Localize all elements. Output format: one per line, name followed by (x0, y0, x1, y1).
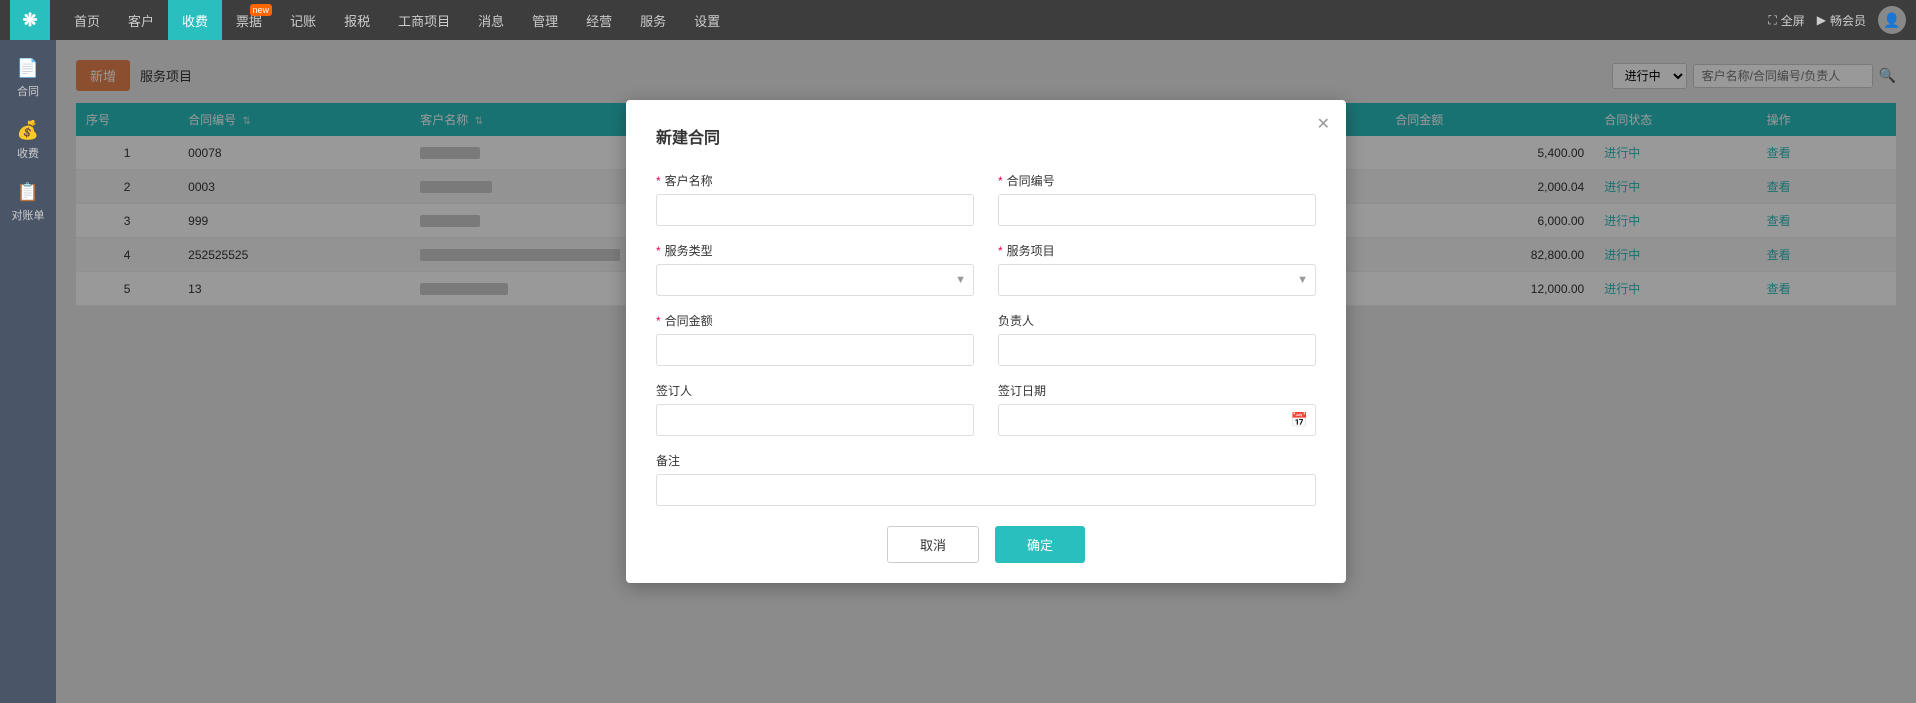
play-icon: ▶ (1817, 13, 1826, 27)
amount-field: * 合同金额 0.00 (656, 312, 974, 366)
modal-footer: 取消 确定 (656, 526, 1316, 563)
signer-field: 签订人 (656, 382, 974, 436)
new-badge: new (250, 4, 273, 16)
service-type-select[interactable] (656, 264, 974, 296)
modal-close-button[interactable]: ✕ (1317, 114, 1330, 134)
sign-date-input[interactable]: 2023-06-06 (998, 404, 1316, 436)
signer-label: 签订人 (656, 382, 974, 399)
nav-home[interactable]: 首页 (60, 0, 114, 40)
service-type-select-wrap: ▼ (656, 264, 974, 296)
amount-label: * 合同金额 (656, 312, 974, 329)
nav-invoice[interactable]: 票据 new (222, 0, 276, 40)
app-logo: ❋ (10, 0, 50, 40)
service-type-field: * 服务类型 ▼ (656, 242, 974, 296)
contract-no-field: * 合同编号 (998, 172, 1316, 226)
nav-message[interactable]: 消息 (464, 0, 518, 40)
amount-input[interactable]: 0.00 (656, 334, 974, 366)
nav-accounting[interactable]: 记账 (276, 0, 330, 40)
customer-name-field: * 客户名称 (656, 172, 974, 226)
fullscreen-button[interactable]: ⛶ 全屏 (1768, 12, 1804, 29)
remark-input[interactable] (656, 474, 1316, 506)
modal-overlay: ✕ 新建合同 * 客户名称 * 合同编号 * (56, 40, 1916, 703)
contract-icon: 📄 (17, 58, 39, 79)
service-item-field: * 服务项目 ▼ (998, 242, 1316, 296)
nav-service[interactable]: 服务 (626, 0, 680, 40)
sidebar: 📄 合同 💰 收费 📋 对账单 (0, 40, 56, 703)
contract-no-input[interactable] (998, 194, 1316, 226)
modal-title: 新建合同 (656, 124, 1316, 148)
member-button[interactable]: ▶ 畅会员 (1817, 12, 1866, 29)
signer-input[interactable] (656, 404, 974, 436)
nav-customer[interactable]: 客户 (114, 0, 168, 40)
service-item-label: * 服务项目 (998, 242, 1316, 259)
nav-operation[interactable]: 经营 (572, 0, 626, 40)
user-avatar[interactable]: 👤 (1878, 6, 1906, 34)
service-item-select-wrap: ▼ (998, 264, 1316, 296)
top-navigation: ❋ 首页 客户 收费 票据 new 记账 报税 工商项目 消息 管理 经营 服务… (0, 0, 1916, 40)
service-type-label: * 服务类型 (656, 242, 974, 259)
new-contract-modal: ✕ 新建合同 * 客户名称 * 合同编号 * (626, 100, 1346, 583)
contract-no-label: * 合同编号 (998, 172, 1316, 189)
remark-field: 备注 (656, 452, 1316, 506)
responsible-input[interactable] (998, 334, 1316, 366)
remark-label: 备注 (656, 452, 1316, 469)
responsible-field: 负责人 (998, 312, 1316, 366)
statement-icon: 📋 (17, 182, 39, 203)
nav-business[interactable]: 工商项目 (384, 0, 464, 40)
billing-icon: 💰 (17, 120, 39, 141)
sidebar-item-contract[interactable]: 📄 合同 (2, 50, 54, 107)
fullscreen-icon: ⛶ (1768, 13, 1776, 28)
confirm-button[interactable]: 确定 (995, 526, 1085, 563)
responsible-label: 负责人 (998, 312, 1316, 329)
sidebar-item-statement[interactable]: 📋 对账单 (2, 174, 54, 231)
nav-billing[interactable]: 收费 (168, 0, 222, 40)
sidebar-item-billing[interactable]: 💰 收费 (2, 112, 54, 169)
sign-date-field: 签订日期 2023-06-06 📅 (998, 382, 1316, 436)
cancel-button[interactable]: 取消 (887, 526, 979, 563)
customer-name-label: * 客户名称 (656, 172, 974, 189)
sign-date-wrap: 2023-06-06 📅 (998, 404, 1316, 436)
nav-tax[interactable]: 报税 (330, 0, 384, 40)
nav-settings[interactable]: 设置 (680, 0, 734, 40)
service-item-select[interactable] (998, 264, 1316, 296)
nav-right-area: ⛶ 全屏 ▶ 畅会员 👤 (1768, 6, 1906, 34)
nav-management[interactable]: 管理 (518, 0, 572, 40)
sign-date-label: 签订日期 (998, 382, 1316, 399)
customer-name-input[interactable] (656, 194, 974, 226)
